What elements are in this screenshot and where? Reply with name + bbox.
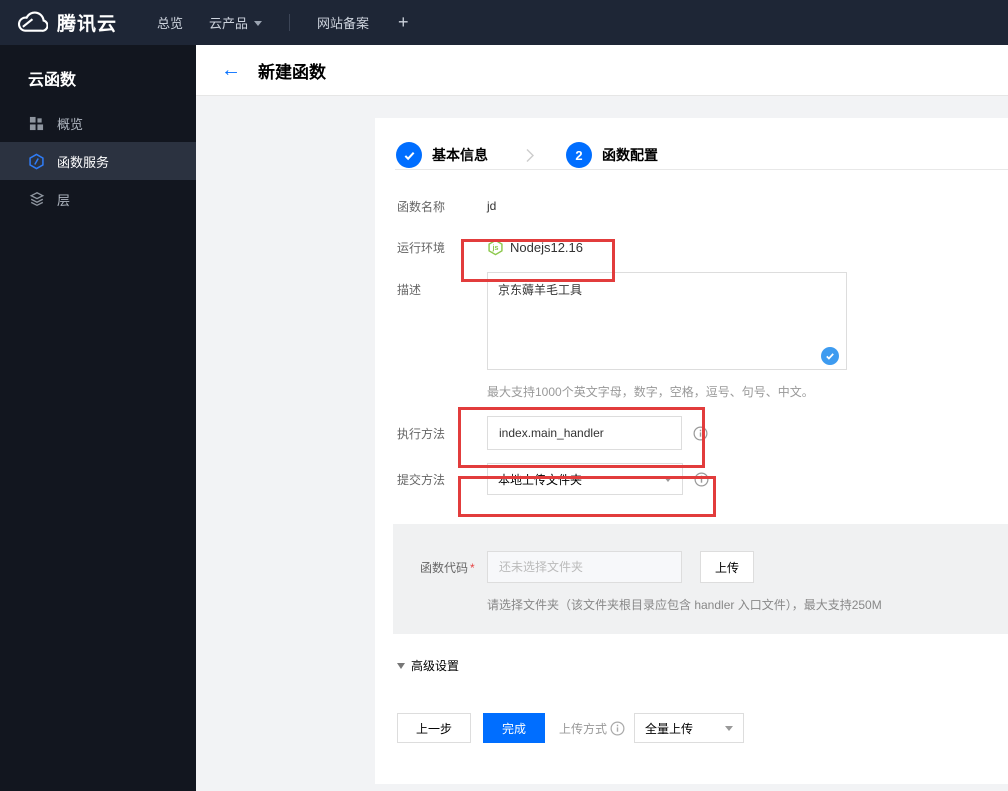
valid-check-icon [821,347,839,365]
function-name-value: jd [487,199,497,213]
chevron-down-icon [254,21,263,26]
svg-text:js: js [492,244,499,252]
grid-icon [28,115,45,132]
step1-check-icon [396,142,422,168]
upload-mode-value: 全量上传 [645,721,694,736]
footer-actions: 上一步 完成 上传方式 全量上传 [397,713,1008,743]
function-name-label: 函数名称 [397,199,446,214]
nav-item-website-record[interactable]: 网站备案 [317,13,369,32]
info-icon[interactable] [693,426,708,441]
submit-method-row: 提交方法 本地上传文件夹 [375,462,1008,496]
sidebar-item-function-service[interactable]: 函数服务 [0,142,196,180]
top-navbar: 腾讯云 总览 云产品 网站备案 + [0,0,1008,45]
info-icon[interactable] [694,472,709,487]
step1-label: 基本信息 [432,147,488,163]
page-header: ← 新建函数 [196,45,1008,96]
required-asterisk: * [470,560,475,575]
sidebar-item-layers[interactable]: 层 [0,180,196,218]
function-code-label: 函数代码 * [420,560,475,575]
handler-input[interactable] [487,416,682,450]
page-title: 新建函数 [258,62,326,82]
description-label: 描述 [397,283,422,297]
function-code-section: 函数代码* 上传 请选择文件夹（该文件夹根目录应包含 handler 入口文件）… [393,524,1008,634]
runtime-value: js Nodejs12.16 [487,239,583,256]
handler-row: 执行方法 [375,415,1008,451]
description-wrap: 京东薅羊毛工具 [487,272,847,375]
nav-item-cloud-products[interactable]: 云产品 [209,13,263,32]
tencent-cloud-brand[interactable]: 腾讯云 [0,9,128,36]
triangle-down-icon [397,662,405,669]
runtime-label: 运行环境 [397,240,446,255]
previous-step-button[interactable]: 上一步 [397,713,471,743]
navbar-divider [289,14,291,31]
upload-mode-select[interactable]: 全量上传 [634,713,745,743]
sidebar-title: 云函数 [28,72,77,89]
finish-button[interactable]: 完成 [483,713,545,743]
function-code-hint: 请选择文件夹（该文件夹根目录应包含 handler 入口文件），最大支持250M [487,598,882,612]
upload-mode-label: 上传方式 [559,720,625,737]
advanced-settings-label: 高级设置 [411,659,460,673]
handler-label: 执行方法 [397,426,446,441]
back-arrow-icon[interactable]: ← [221,60,241,80]
tencent-cloud-logo-icon [15,11,48,34]
step2-number: 2 [566,142,592,168]
nodejs-icon: js [488,239,503,255]
description-row: 描述 京东薅羊毛工具 [375,272,1008,375]
chevron-down-icon [725,725,734,731]
upload-button[interactable]: 上传 [700,551,754,583]
add-tab-button[interactable]: + [398,12,409,33]
sidebar-item-label: 函数服务 [57,154,110,170]
chevron-right-icon [524,147,536,164]
create-function-card: 基本信息 2 函数配置 函数名称 jd 运行环境 js Nodejs12.16 [375,118,1008,784]
function-code-row: 函数代码* 上传 [420,551,1008,583]
sidebar-item-label: 概览 [57,116,84,132]
main-content: ← 新建函数 基本信息 2 函数配置 函数名称 jd 运行环境 js Nodej… [196,45,1008,791]
steps-divider [395,169,1008,170]
submit-method-select[interactable]: 本地上传文件夹 [487,463,683,495]
brand-name: 腾讯云 [57,14,118,35]
description-hint: 最大支持1000个英文字母，数字，空格，逗号、句号、中文。 [487,385,814,399]
advanced-settings-toggle[interactable]: 高级设置 [397,657,1008,674]
info-icon[interactable] [610,721,625,736]
navbar-menu: 总览 云产品 网站备案 + [144,12,409,33]
step2-label: 函数配置 [602,147,658,163]
function-name-row: 函数名称 jd [375,196,1008,216]
sidebar: 云函数 概览 函数服务 层 [0,45,196,791]
wizard-steps: 基本信息 2 函数配置 [375,118,1008,169]
runtime-row: 运行环境 js Nodejs12.16 [375,230,1008,264]
submit-method-label: 提交方法 [397,472,446,487]
submit-method-value: 本地上传文件夹 [498,472,583,487]
function-hexagon-icon [28,153,45,170]
folder-path-input[interactable] [487,551,682,583]
sidebar-item-label: 层 [57,192,71,208]
sidebar-item-overview[interactable]: 概览 [0,104,196,142]
nav-item-overview[interactable]: 总览 [157,13,183,32]
layers-icon [28,191,45,208]
chevron-down-icon [664,476,672,482]
description-textarea[interactable]: 京东薅羊毛工具 [487,272,847,370]
